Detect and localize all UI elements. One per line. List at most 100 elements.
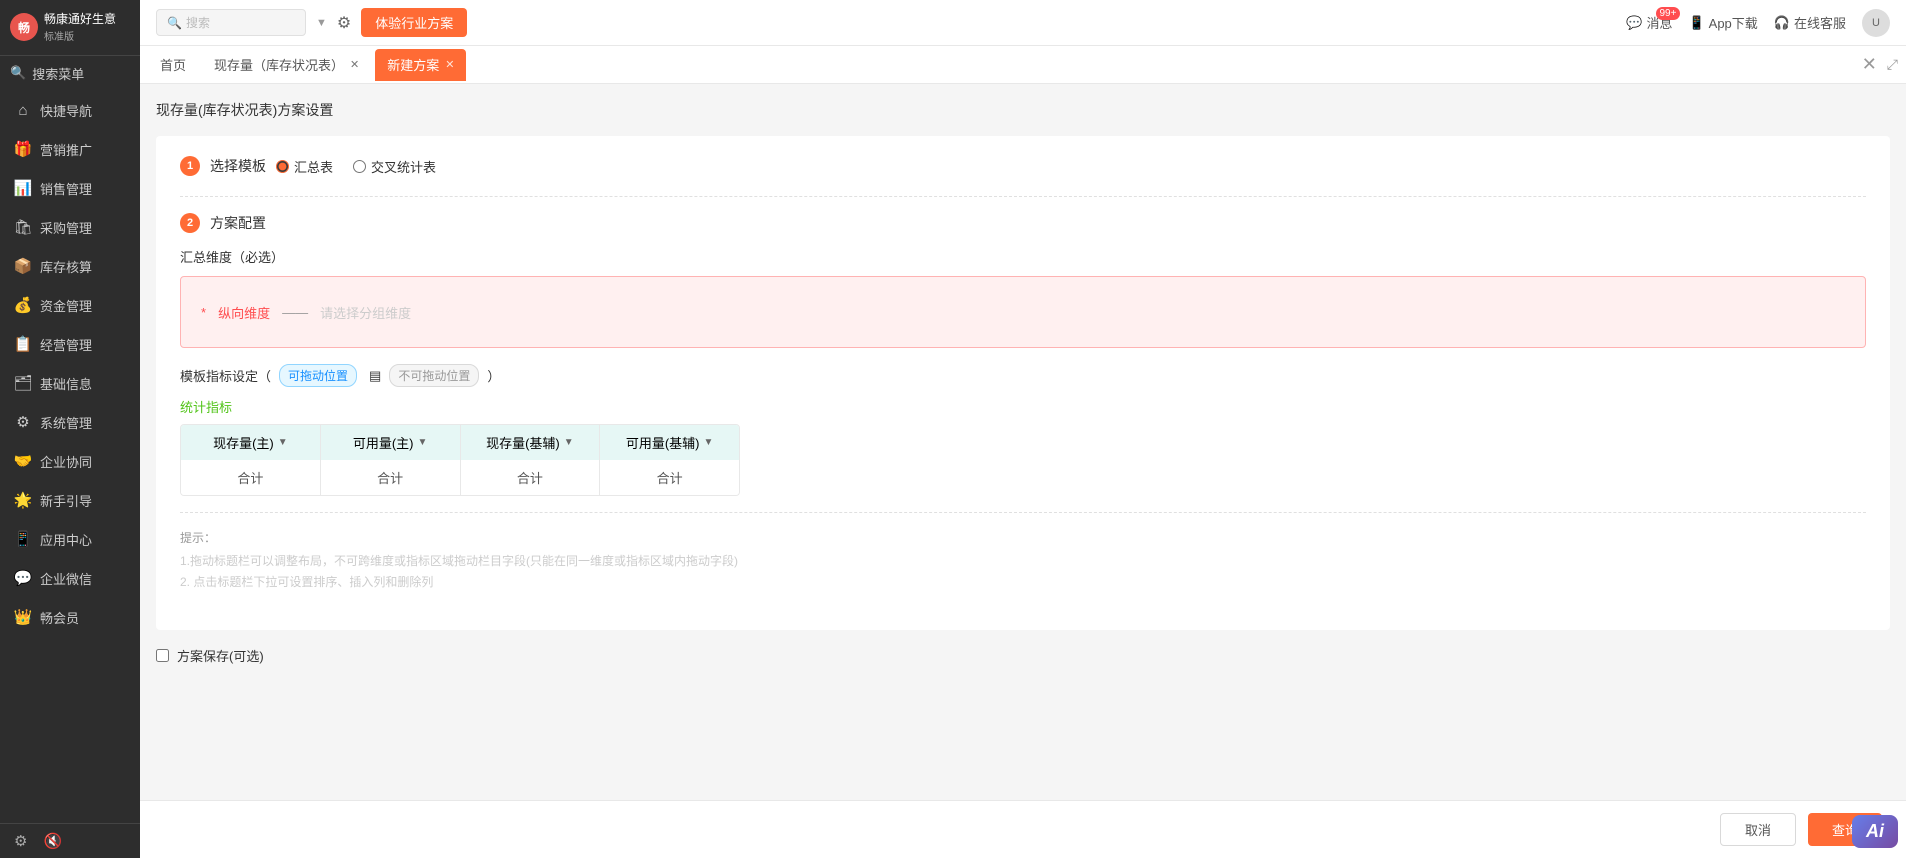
logo-icon: 畅 [10, 13, 38, 41]
header-settings-icon[interactable]: ⚙ [337, 13, 351, 33]
dimension-field-label: 纵向维度 [218, 303, 270, 322]
tab-inventory-status[interactable]: 现存量（库存状况表） ✕ [202, 49, 371, 81]
search-icon: 🔍 [10, 65, 26, 81]
header-cell-2-dropdown[interactable]: ▼ [418, 437, 428, 448]
sidebar-item-app-center[interactable]: 📱 应用中心 [0, 520, 140, 559]
sidebar-item-member[interactable]: 👑 畅会员 [0, 598, 140, 637]
step1-header: 1 选择模板 汇总表 交叉统计表 [180, 156, 1866, 176]
phone-icon: 📱 [1688, 15, 1704, 31]
sidebar-item-quick-nav[interactable]: ⌂ 快捷导航 [0, 91, 140, 130]
tab-inventory-status-close[interactable]: ✕ [350, 58, 359, 71]
tab-home[interactable]: 首页 [148, 49, 198, 81]
tips-item-2: 2. 点击标题栏下拉可设置排序、插入列和删除列 [180, 573, 1866, 590]
cancel-button[interactable]: 取消 [1720, 813, 1796, 846]
basic-info-icon: 🗂 [14, 374, 32, 392]
sidebar-item-label: 畅会员 [40, 608, 79, 627]
sidebar-item-label: 资金管理 [40, 296, 92, 315]
tab-new-plan-label: 新建方案 [387, 55, 439, 74]
header-cell-3-dropdown[interactable]: ▼ [564, 437, 574, 448]
sidebar-item-finance[interactable]: 💰 资金管理 [0, 286, 140, 325]
sidebar-menu: ⌂ 快捷导航 🎁 营销推广 📊 销售管理 🛍 采购管理 📦 库存核算 💰 资金管… [0, 91, 140, 823]
header-cell-1-dropdown[interactable]: ▼ [278, 437, 288, 448]
header-cell-2[interactable]: 可用量(主) ▼ [321, 425, 461, 460]
sidebar-item-onboarding[interactable]: 🌟 新手引导 [0, 481, 140, 520]
quick-nav-icon: ⌂ [14, 101, 32, 119]
header-search[interactable]: 🔍 搜索 [156, 9, 306, 36]
header-cell-3-label: 现存量(基辅) [486, 433, 560, 452]
app-center-icon: 📱 [14, 530, 32, 548]
sidebar-item-label: 新手引导 [40, 491, 92, 510]
body-cell-1: 合计 [181, 460, 321, 495]
header-right: 💬 消息 99+ 📱 App下载 🎧 在线客服 U [1626, 9, 1890, 37]
header-cell-4[interactable]: 可用量(基辅) ▼ [600, 425, 739, 460]
sidebar-item-wechat[interactable]: 💬 企业微信 [0, 559, 140, 598]
search-menu[interactable]: 🔍 搜索菜单 [0, 56, 140, 91]
message-icon: 💬 [1626, 15, 1642, 31]
sidebar: 畅 畅康通好生意 标准版 🔍 搜索菜单 ⌂ 快捷导航 🎁 营销推广 📊 销售管理… [0, 0, 140, 858]
page-title: 现存量(库存状况表)方案设置 [156, 100, 1890, 120]
search-icon-small: 🔍 [167, 16, 182, 30]
app-name: 畅康通好生意 [44, 12, 116, 28]
header-cell-1[interactable]: 现存量(主) ▼ [181, 425, 321, 460]
expand-button[interactable]: ⤢ [1887, 56, 1898, 73]
tab-inventory-status-label: 现存量（库存状况表） [214, 55, 344, 74]
dimension-box[interactable]: * 纵向维度 —— 请选择分组维度 [180, 276, 1866, 348]
tab-new-plan-close[interactable]: ✕ [445, 58, 454, 71]
sidebar-item-label: 企业协同 [40, 452, 92, 471]
purchase-icon: 🛍 [14, 218, 32, 236]
ai-badge[interactable]: Ai [1852, 815, 1898, 848]
header-cell-4-dropdown[interactable]: ▼ [704, 437, 714, 448]
sidebar-item-label: 采购管理 [40, 218, 92, 237]
header-online-service[interactable]: 🎧 在线客服 [1774, 13, 1846, 32]
step1-title: 选择模板 [210, 156, 266, 176]
tab-new-plan[interactable]: 新建方案 ✕ [375, 49, 466, 81]
sidebar-item-label: 系统管理 [40, 413, 92, 432]
sidebar-item-operations[interactable]: 📋 经营管理 [0, 325, 140, 364]
header-cell-1-label: 现存量(主) [213, 433, 274, 452]
sidebar-item-inventory[interactable]: 📦 库存核算 [0, 247, 140, 286]
header-cell-3[interactable]: 现存量(基辅) ▼ [461, 425, 601, 460]
dimension-placeholder: 请选择分组维度 [320, 303, 411, 322]
sidebar-item-label: 企业微信 [40, 569, 92, 588]
tab-home-label: 首页 [160, 55, 186, 74]
cross-table-radio[interactable]: 交叉统计表 [353, 157, 436, 176]
header-message[interactable]: 💬 消息 99+ [1626, 13, 1672, 32]
content-area: 现存量(库存状况表)方案设置 1 选择模板 汇总表 交叉统计表 [140, 84, 1906, 800]
sidebar-logo: 畅 畅康通好生意 标准版 [0, 0, 140, 56]
header: 🔍 搜索 ▼ ⚙ 体验行业方案 💬 消息 99+ 📱 App下载 🎧 在线客服 … [140, 0, 1906, 46]
sidebar-item-label: 经营管理 [40, 335, 92, 354]
app-download-label: App下载 [1709, 13, 1758, 32]
summary-table-radio[interactable]: 汇总表 [276, 157, 333, 176]
sidebar-item-system[interactable]: ⚙ 系统管理 [0, 403, 140, 442]
settings-card: 1 选择模板 汇总表 交叉统计表 [156, 136, 1890, 630]
sidebar-item-basic-info[interactable]: 🗂 基础信息 [0, 364, 140, 403]
header-dropdown-icon[interactable]: ▼ [316, 17, 327, 29]
service-label: 在线客服 [1794, 13, 1846, 32]
member-icon: 👑 [14, 608, 32, 626]
stats-table-body: 合计 合计 合计 合计 [181, 460, 739, 495]
message-badge: 99+ [1656, 7, 1681, 20]
save-checkbox[interactable] [156, 649, 169, 662]
cross-table-label: 交叉统计表 [371, 157, 436, 176]
sidebar-item-label: 应用中心 [40, 530, 92, 549]
industry-plan-button[interactable]: 体验行业方案 [361, 8, 467, 37]
movable-tag: 可拖动位置 [279, 364, 357, 387]
onboarding-icon: 🌟 [14, 491, 32, 509]
sidebar-item-marketing[interactable]: 🎁 营销推广 [0, 130, 140, 169]
sidebar-item-purchase[interactable]: 🛍 采购管理 [0, 208, 140, 247]
step2-badge: 2 [180, 213, 200, 233]
close-panel-button[interactable]: ✕ [1856, 54, 1883, 75]
cooperation-icon: 🤝 [14, 452, 32, 470]
sidebar-item-sales[interactable]: 📊 销售管理 [0, 169, 140, 208]
user-avatar[interactable]: U [1862, 9, 1890, 37]
settings-bottom-icon[interactable]: ⚙ [14, 832, 27, 850]
indicator-label-row: 模板指标设定（ 可拖动位置 ▤ 不可拖动位置 ） [180, 364, 1866, 387]
step2-header: 2 方案配置 [180, 213, 1866, 233]
save-option-label: 方案保存(可选) [177, 646, 264, 665]
dimension-section-label: 汇总维度（必选） [180, 247, 1866, 266]
sound-icon[interactable]: 🔇 [43, 832, 62, 850]
header-app-download[interactable]: 📱 App下载 [1688, 13, 1757, 32]
sidebar-item-cooperation[interactable]: 🤝 企业协同 [0, 442, 140, 481]
save-option-row: 方案保存(可选) [156, 646, 1890, 665]
dimension-dash: —— [282, 305, 308, 320]
